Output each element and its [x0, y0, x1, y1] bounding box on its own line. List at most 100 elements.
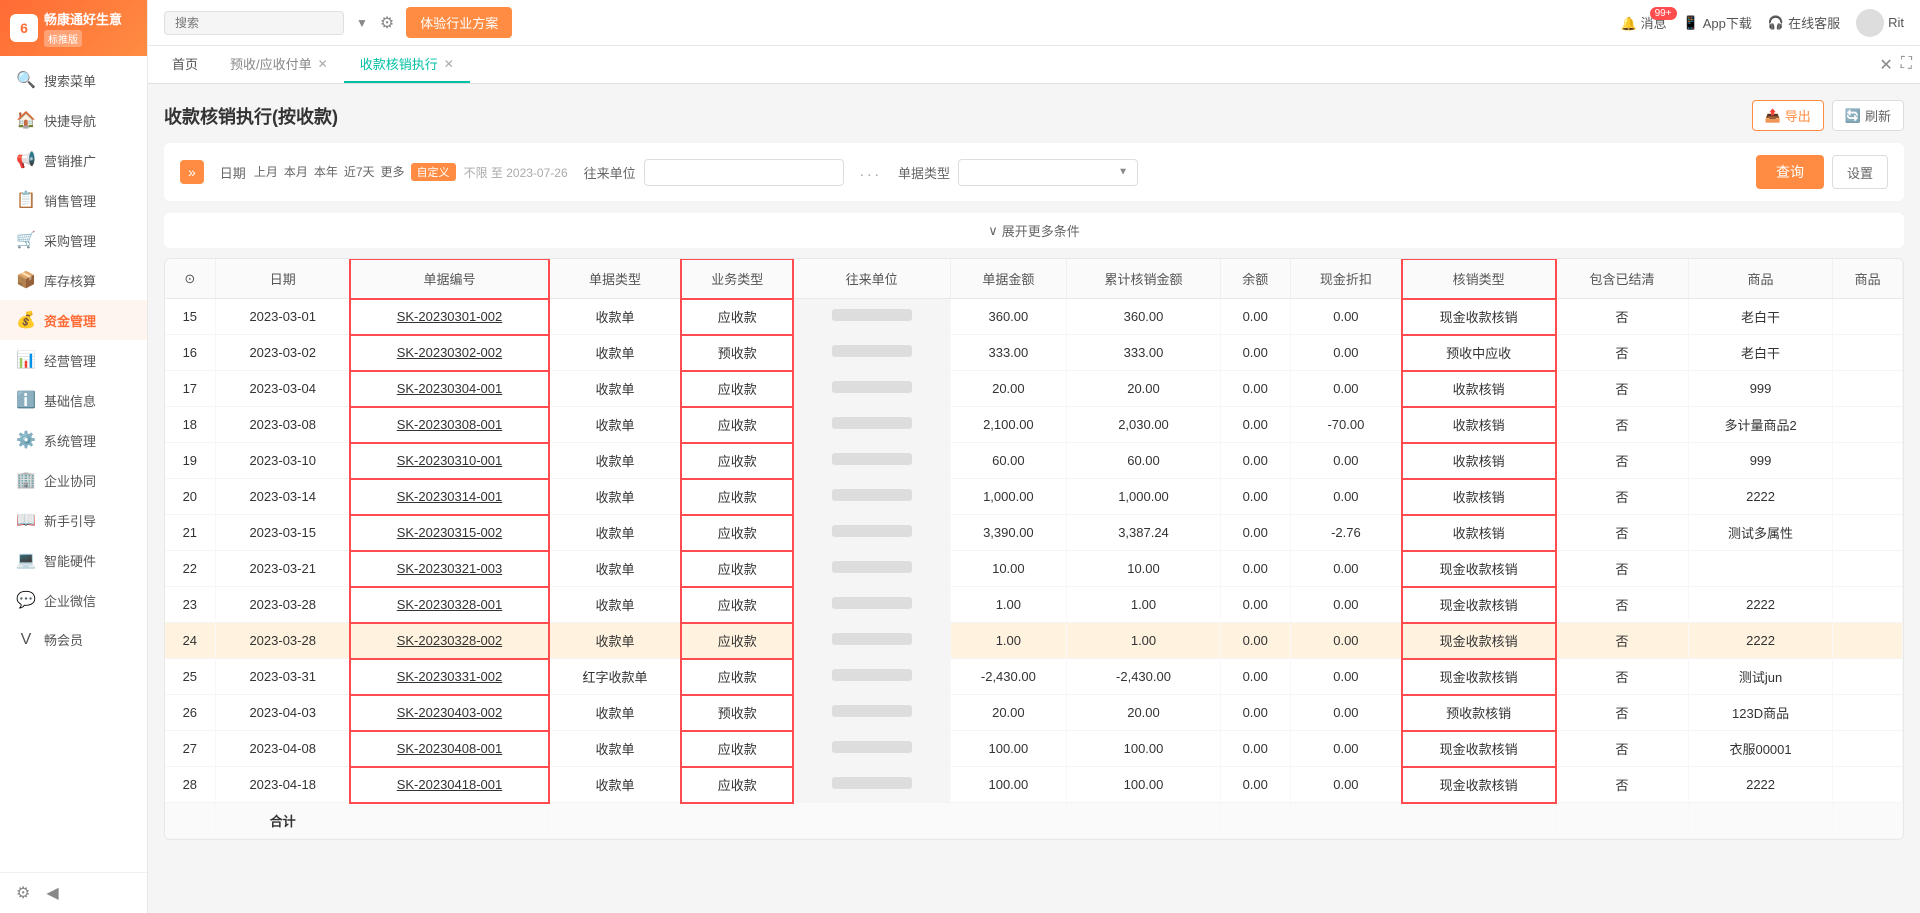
sidebar-item-operations[interactable]: 📊 经营管理 [0, 340, 147, 380]
logo-text: 畅康通好生意 标推版 [44, 9, 122, 47]
filter-select-wrap [958, 159, 1138, 186]
filter-this-year[interactable]: 本年 [314, 163, 338, 181]
sidebar-item-marketing[interactable]: 📢 营销推广 [0, 140, 147, 180]
sidebar-item-enterprise[interactable]: 🏢 企业协同 [0, 460, 147, 500]
sidebar-item-wechat[interactable]: 💬 企业微信 [0, 580, 147, 620]
filter-date-range: 不限 至 2023-07-26 [464, 164, 568, 181]
purchase-icon: 🛒 [16, 230, 36, 250]
sidebar-item-inventory[interactable]: 📦 库存核算 [0, 260, 147, 300]
partner-input[interactable] [644, 159, 844, 186]
filter-receipt-type-group: 单据类型 [898, 159, 1138, 186]
search-input[interactable] [164, 11, 344, 35]
avatar [1856, 9, 1884, 37]
hardware-icon: 💻 [16, 550, 36, 570]
gear-icon[interactable]: ⚙ [380, 13, 394, 33]
th-cum-verify: 累计核销金额 [1067, 259, 1221, 299]
sidebar-item-base-info[interactable]: ℹ️ 基础信息 [0, 380, 147, 420]
filter-expand-btn[interactable]: » [180, 160, 204, 184]
base-info-icon: ℹ️ [16, 390, 36, 410]
th-balance: 余额 [1220, 259, 1290, 299]
dropdown-icon[interactable]: ▼ [356, 16, 368, 30]
headset-icon: 🎧 [1768, 15, 1784, 31]
notification-btn[interactable]: 🔔 消息 99+ [1621, 13, 1667, 32]
page-title: 收款核销执行(按收款) [164, 103, 338, 129]
settings-icon[interactable]: ⚙ [16, 883, 30, 903]
sidebar-item-guide[interactable]: 📖 新手引导 [0, 500, 147, 540]
refresh-icon: 🔄 [1845, 108, 1861, 124]
collapse-icon[interactable]: ◀ [46, 883, 58, 903]
maximize-icon[interactable]: ⛶ [1901, 55, 1912, 75]
th-row-num: ⊙ [165, 259, 215, 299]
th-goods2: 商品 [1833, 259, 1903, 299]
table-row: 242023-03-28SK-20230328-002收款单应收款1.001.0… [165, 623, 1903, 659]
close-tab-prepay[interactable]: ✕ [318, 57, 328, 71]
table-scroll[interactable]: ⊙ 日期 单据编号 单据类型 业务类型 往来单位 单据金额 累计核销金额 余额 … [165, 259, 1903, 839]
table-row: 162023-03-02SK-20230302-002收款单预收款333.003… [165, 335, 1903, 371]
close-window-icon[interactable]: ✕ [1879, 55, 1892, 75]
page-actions: 📤 导出 🔄 刷新 [1752, 100, 1904, 131]
filter-custom[interactable]: 自定义 [411, 163, 456, 181]
table-row: 202023-03-14SK-20230314-001收款单应收款1,000.0… [165, 479, 1903, 515]
tab-bar: 首页 预收/应收付单 ✕ 收款核销执行 ✕ ✕ ⛶ [148, 46, 1920, 84]
home-icon: 🏠 [16, 110, 36, 130]
sidebar-item-hardware[interactable]: 💻 智能硬件 [0, 540, 147, 580]
filter-partner-group: 往来单位 [584, 159, 844, 186]
th-verify-type: 核销类型 [1402, 259, 1556, 299]
user-menu[interactable]: Rit [1856, 9, 1904, 37]
sidebar-menu: 🔍 搜索菜单 🏠 快捷导航 📢 营销推广 📋 销售管理 🛒 采购管理 📦 库存核… [0, 56, 147, 872]
finance-icon: 💰 [16, 310, 36, 330]
table-wrap: ⊙ 日期 单据编号 单据类型 业务类型 往来单位 单据金额 累计核销金额 余额 … [164, 258, 1904, 840]
filter-date-group: 日期 上月 本月 本年 近7天 更多 自定义 不限 至 2023-07-26 [220, 163, 568, 182]
th-amount: 单据金额 [950, 259, 1066, 299]
th-doc-no: 单据编号 [350, 259, 548, 299]
sidebar-item-member[interactable]: V 畅会员 [0, 620, 147, 659]
marketing-icon: 📢 [16, 150, 36, 170]
sidebar: 6 畅康通好生意 标推版 🔍 搜索菜单 🏠 快捷导航 📢 营销推广 📋 销售管理… [0, 0, 148, 913]
th-goods: 商品 [1688, 259, 1832, 299]
sidebar-item-system[interactable]: ⚙️ 系统管理 [0, 420, 147, 460]
table-row: 222023-03-21SK-20230321-003收款单应收款10.0010… [165, 551, 1903, 587]
filter-7days[interactable]: 近7天 [344, 163, 375, 181]
search-icon: 🔍 [16, 70, 36, 90]
query-btn[interactable]: 查询 [1756, 155, 1824, 189]
sidebar-item-purchase[interactable]: 🛒 采购管理 [0, 220, 147, 260]
th-partner: 往来单位 [793, 259, 950, 299]
online-service-btn[interactable]: 🎧 在线客服 [1768, 13, 1840, 32]
sidebar-item-search[interactable]: 🔍 搜索菜单 [0, 60, 147, 100]
filter-date-links: 上月 本月 本年 近7天 更多 自定义 [254, 163, 456, 181]
table-row: 272023-04-08SK-20230408-001收款单应收款100.001… [165, 731, 1903, 767]
filter-last-month[interactable]: 上月 [254, 163, 278, 181]
refresh-btn[interactable]: 🔄 刷新 [1832, 100, 1904, 131]
guide-icon: 📖 [16, 510, 36, 530]
bell-icon: 🔔 [1621, 16, 1637, 31]
industry-btn[interactable]: 体验行业方案 [406, 7, 512, 38]
export-btn[interactable]: 📤 导出 [1752, 100, 1824, 131]
expand-more-btn[interactable]: ∨ 展开更多条件 [988, 221, 1080, 240]
sidebar-item-finance[interactable]: 💰 资金管理 [0, 300, 147, 340]
app-download-btn[interactable]: 📱 App下载 [1683, 13, 1752, 32]
inventory-icon: 📦 [16, 270, 36, 290]
table-row: 152023-03-01SK-20230301-002收款单应收款360.003… [165, 299, 1903, 335]
tab-home[interactable]: 首页 [156, 46, 214, 83]
page-content: 收款核销执行(按收款) 📤 导出 🔄 刷新 » 日期 上月 本月 [148, 84, 1920, 913]
th-include-settled: 包含已结清 [1556, 259, 1689, 299]
sidebar-item-quick-nav[interactable]: 🏠 快捷导航 [0, 100, 147, 140]
tab-receipt-verify[interactable]: 收款核销执行 ✕ [344, 46, 470, 83]
sidebar-item-sales[interactable]: 📋 销售管理 [0, 180, 147, 220]
th-cash-discount: 现金折扣 [1290, 259, 1402, 299]
filter-more-bar: ∨ 展开更多条件 [164, 213, 1904, 248]
settings-btn[interactable]: 设置 [1832, 155, 1888, 189]
filter-this-month[interactable]: 本月 [284, 163, 308, 181]
receipt-type-select[interactable] [958, 159, 1138, 186]
table-row: 182023-03-08SK-20230308-001收款单应收款2,100.0… [165, 407, 1903, 443]
filter-action-btns: 查询 设置 [1756, 155, 1888, 189]
close-tab-receipt[interactable]: ✕ [444, 57, 454, 71]
table-row: 232023-03-28SK-20230328-001收款单应收款1.001.0… [165, 587, 1903, 623]
filter-more[interactable]: 更多 [381, 163, 405, 181]
top-header: ▼ ⚙ 体验行业方案 🔔 消息 99+ 📱 App下载 🎧 在线客服 Rit [148, 0, 1920, 46]
sidebar-logo: 6 畅康通好生意 标推版 [0, 0, 147, 56]
operations-icon: 📊 [16, 350, 36, 370]
wechat-icon: 💬 [16, 590, 36, 610]
tab-prepay-confirm[interactable]: 预收/应收付单 ✕ [214, 46, 344, 83]
tab-bar-right: ✕ ⛶ [1879, 55, 1912, 75]
